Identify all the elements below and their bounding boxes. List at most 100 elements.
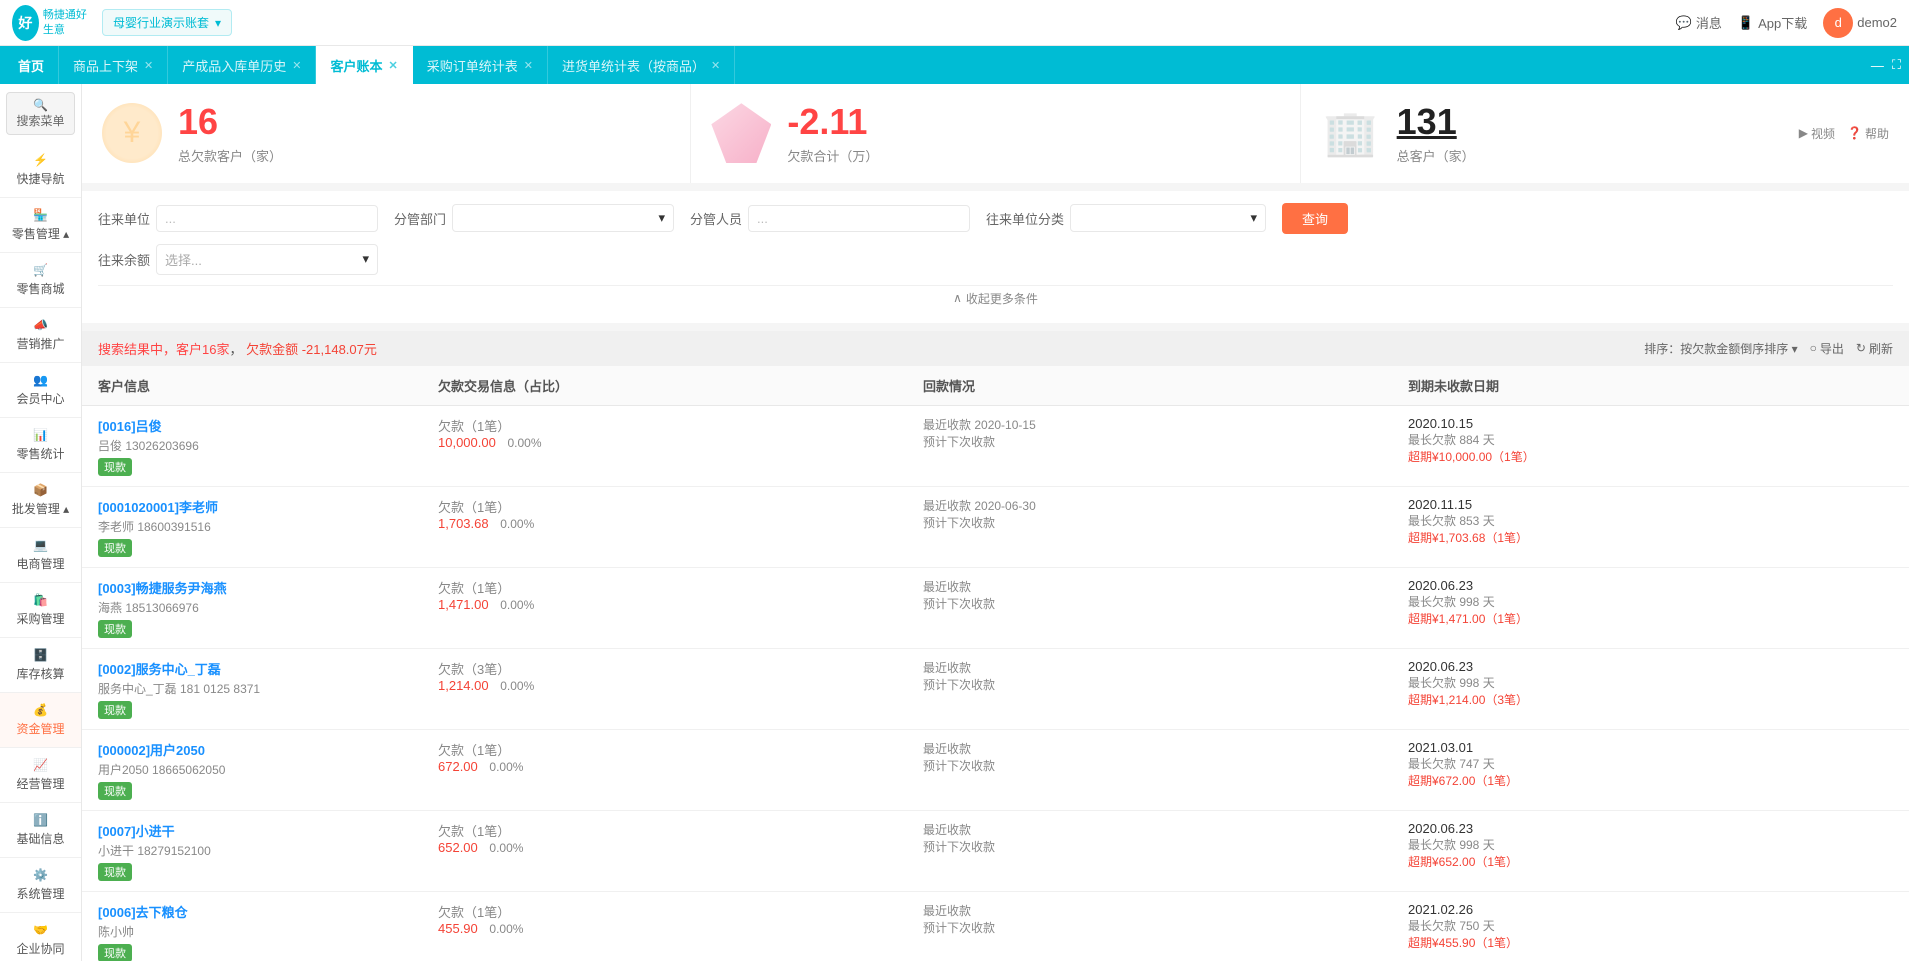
debt-info-cell: 欠款（1笔） 455.90 0.00% (438, 902, 923, 936)
debt-info-cell: 欠款（1笔） 672.00 0.00% (438, 740, 923, 774)
video-button[interactable]: ▶ 视频 (1799, 125, 1835, 142)
total-customers-label: 总客户（家） (1397, 146, 1799, 165)
main-layout: 🔍 搜索菜单 ⚡ 快捷导航 🏪 零售管理 ▴ 🛒 零售商城 📣 营销推广 👥 会… (0, 84, 1909, 961)
overdue-link[interactable]: 超期¥672.00（1笔） (1408, 772, 1893, 789)
close-icon[interactable]: ✕ (711, 59, 720, 72)
sidebar-item-system[interactable]: ⚙️ 系统管理 (0, 858, 81, 913)
total-debt-customers-label: 总欠款客户（家） (178, 146, 670, 165)
help-button[interactable]: ❓ 帮助 (1847, 125, 1889, 142)
stat-info-debt-amount: -2.11 欠款合计（万） (787, 102, 1279, 165)
collapse-filter-button[interactable]: ∧ 收起更多条件 (98, 285, 1893, 311)
search-icon: 🔍 (12, 98, 69, 112)
chevron-down-icon: ▾ (215, 16, 221, 30)
payment-info-cell: 最近收款 预计下次收款 (923, 902, 1408, 936)
table-row: [0006]去下粮仓 陈小帅 现款 欠款（1笔） 455.90 0.00% 最近… (82, 892, 1909, 961)
download-icon: 📱 (1738, 15, 1754, 31)
tab-purchase-orders[interactable]: 采购订单统计表 ✕ (413, 46, 548, 84)
marketing-icon: 📣 (0, 318, 81, 332)
message-button[interactable]: 💬 消息 (1676, 13, 1722, 32)
due-date-cell: 2021.03.01 最长欠款 747 天 超期¥672.00（1笔） (1408, 740, 1893, 789)
filter-department: 分管部门 ▾ (394, 204, 674, 232)
supplier-input[interactable]: ... (156, 205, 378, 232)
stat-info-debt-customers: 16 总欠款客户（家） (178, 102, 670, 165)
chevron-down-icon: ▾ (658, 210, 665, 226)
overdue-link[interactable]: 超期¥652.00（1笔） (1408, 853, 1893, 870)
stat-card-total-customers: 🏢 131 总客户（家） ▶ 视频 ❓ 帮助 (1301, 84, 1909, 183)
tab-products[interactable]: 商品上下架 ✕ (59, 46, 168, 84)
search-button[interactable]: 查询 (1282, 203, 1348, 234)
overdue-link[interactable]: 超期¥10,000.00（1笔） (1408, 448, 1893, 465)
tab-customer-accounts[interactable]: 客户账本 ✕ (316, 46, 412, 84)
sidebar-item-retail-mgmt[interactable]: 🏪 零售管理 ▴ (0, 198, 81, 253)
sidebar-item-retail-stats[interactable]: 📊 零售统计 (0, 418, 81, 473)
overdue-link[interactable]: 超期¥1,471.00（1笔） (1408, 610, 1893, 627)
unit-type-select[interactable]: ▾ (1070, 204, 1266, 232)
debt-info-cell: 欠款（1笔） 10,000.00 0.00% (438, 416, 923, 450)
app-download-button[interactable]: 📱 App下载 (1738, 13, 1807, 32)
sidebar-item-quick-nav[interactable]: ⚡ 快捷导航 (0, 143, 81, 198)
sidebar-item-finance[interactable]: 💰 资金管理 (0, 693, 81, 748)
sidebar-item-enterprise-collab[interactable]: 🤝 企业协同 (0, 913, 81, 961)
due-date-cell: 2020.06.23 最长欠款 998 天 超期¥1,214.00（3笔） (1408, 659, 1893, 708)
due-date-cell: 2020.11.15 最长欠款 853 天 超期¥1,703.68（1笔） (1408, 497, 1893, 546)
retail-mall-icon: 🛒 (0, 263, 81, 277)
sidebar-item-retail-mall[interactable]: 🛒 零售商城 (0, 253, 81, 308)
logo-icon: 好 (12, 5, 39, 41)
due-date-cell: 2021.02.26 最长欠款 750 天 超期¥455.90（1笔） (1408, 902, 1893, 951)
retail-stats-icon: 📊 (0, 428, 81, 442)
main-content: ¥ 16 总欠款客户（家） -2.11 欠款合计（万） 🏢 131 总客户（家） (82, 84, 1909, 961)
close-icon[interactable]: ✕ (524, 59, 533, 72)
customer-name-link[interactable]: [0016]吕俊 (98, 416, 438, 435)
sidebar-item-marketing[interactable]: 📣 营销推广 (0, 308, 81, 363)
sidebar-search-button[interactable]: 🔍 搜索菜单 (6, 92, 75, 135)
basic-info-icon: ℹ️ (0, 813, 81, 827)
customer-name-link[interactable]: [0006]去下粮仓 (98, 902, 438, 921)
avatar: d (1823, 8, 1853, 38)
sidebar-item-basic-info[interactable]: ℹ️ 基础信息 (0, 803, 81, 858)
stat-actions: ▶ 视频 ❓ 帮助 (1799, 125, 1889, 142)
top-right-actions: 💬 消息 📱 App下载 d demo2 (1676, 8, 1897, 38)
customer-name-link[interactable]: [0003]畅捷服务尹海燕 (98, 578, 438, 597)
sidebar-item-ecommerce[interactable]: 💻 电商管理 (0, 528, 81, 583)
customer-name-link[interactable]: [000002]用户2050 (98, 740, 438, 759)
debt-amount-label: 欠款合计（万） (787, 146, 1279, 165)
close-icon[interactable]: ✕ (144, 59, 153, 72)
filter-unit-type: 往来单位分类 ▾ (986, 204, 1266, 232)
sidebar-item-operations[interactable]: 📈 经营管理 (0, 748, 81, 803)
maximize-icon[interactable]: ⛶ (1892, 57, 1901, 73)
sidebar-item-inventory[interactable]: 🗄️ 库存核算 (0, 638, 81, 693)
tab-inbound-stats[interactable]: 进货单统计表（按商品） ✕ (548, 46, 735, 84)
stat-card-debt-amount: -2.11 欠款合计（万） (691, 84, 1300, 183)
department-select[interactable]: ▾ (452, 204, 674, 232)
customer-name-link[interactable]: [0002]服务中心_丁磊 (98, 659, 438, 678)
refresh-button[interactable]: ↻ 刷新 (1856, 340, 1893, 357)
chevron-up-icon: ∧ (953, 291, 962, 305)
customer-name-link[interactable]: [0007]小进干 (98, 821, 438, 840)
customer-name-link[interactable]: [0001020001]李老师 (98, 497, 438, 516)
tab-production[interactable]: 产成品入库单历史 ✕ (168, 46, 316, 84)
close-icon[interactable]: ✕ (292, 59, 301, 72)
results-info: 搜索结果中，客户16家， 欠款金额 -21,148.07元 (98, 339, 377, 358)
table-row: [0002]服务中心_丁磊 服务中心_丁磊 181 0125 8371 现款 欠… (82, 649, 1909, 730)
sidebar-item-purchase-mgmt[interactable]: 🛍️ 采购管理 (0, 583, 81, 638)
export-button[interactable]: ○ 导出 (1810, 340, 1844, 357)
sidebar-item-members[interactable]: 👥 会员中心 (0, 363, 81, 418)
payment-info-cell: 最近收款 2020-06-30 预计下次收款 (923, 497, 1408, 531)
sidebar-search-area: 🔍 搜索菜单 (0, 84, 81, 143)
minimize-icon[interactable]: — (1871, 58, 1884, 73)
sidebar-item-batch-mgmt[interactable]: 📦 批发管理 ▴ (0, 473, 81, 528)
manager-input[interactable]: ... (748, 205, 970, 232)
user-profile[interactable]: d demo2 (1823, 8, 1897, 38)
close-icon[interactable]: ✕ (389, 59, 398, 72)
overdue-link[interactable]: 超期¥455.90（1笔） (1408, 934, 1893, 951)
customer-info-cell: [000002]用户2050 用户2050 18665062050 现款 (98, 740, 438, 800)
operations-icon: 📈 (0, 758, 81, 772)
help-icon: ❓ (1847, 126, 1862, 140)
building-icon: 🏢 (1321, 103, 1381, 163)
customer-info-cell: [0006]去下粮仓 陈小帅 现款 (98, 902, 438, 961)
overdue-link[interactable]: 超期¥1,214.00（3笔） (1408, 691, 1893, 708)
overdue-link[interactable]: 超期¥1,703.68（1笔） (1408, 529, 1893, 546)
company-selector[interactable]: 母婴行业演示账套 ▾ (102, 9, 232, 36)
tab-home[interactable]: 首页 (4, 46, 59, 84)
balance-select[interactable]: 选择... ▾ (156, 244, 378, 275)
